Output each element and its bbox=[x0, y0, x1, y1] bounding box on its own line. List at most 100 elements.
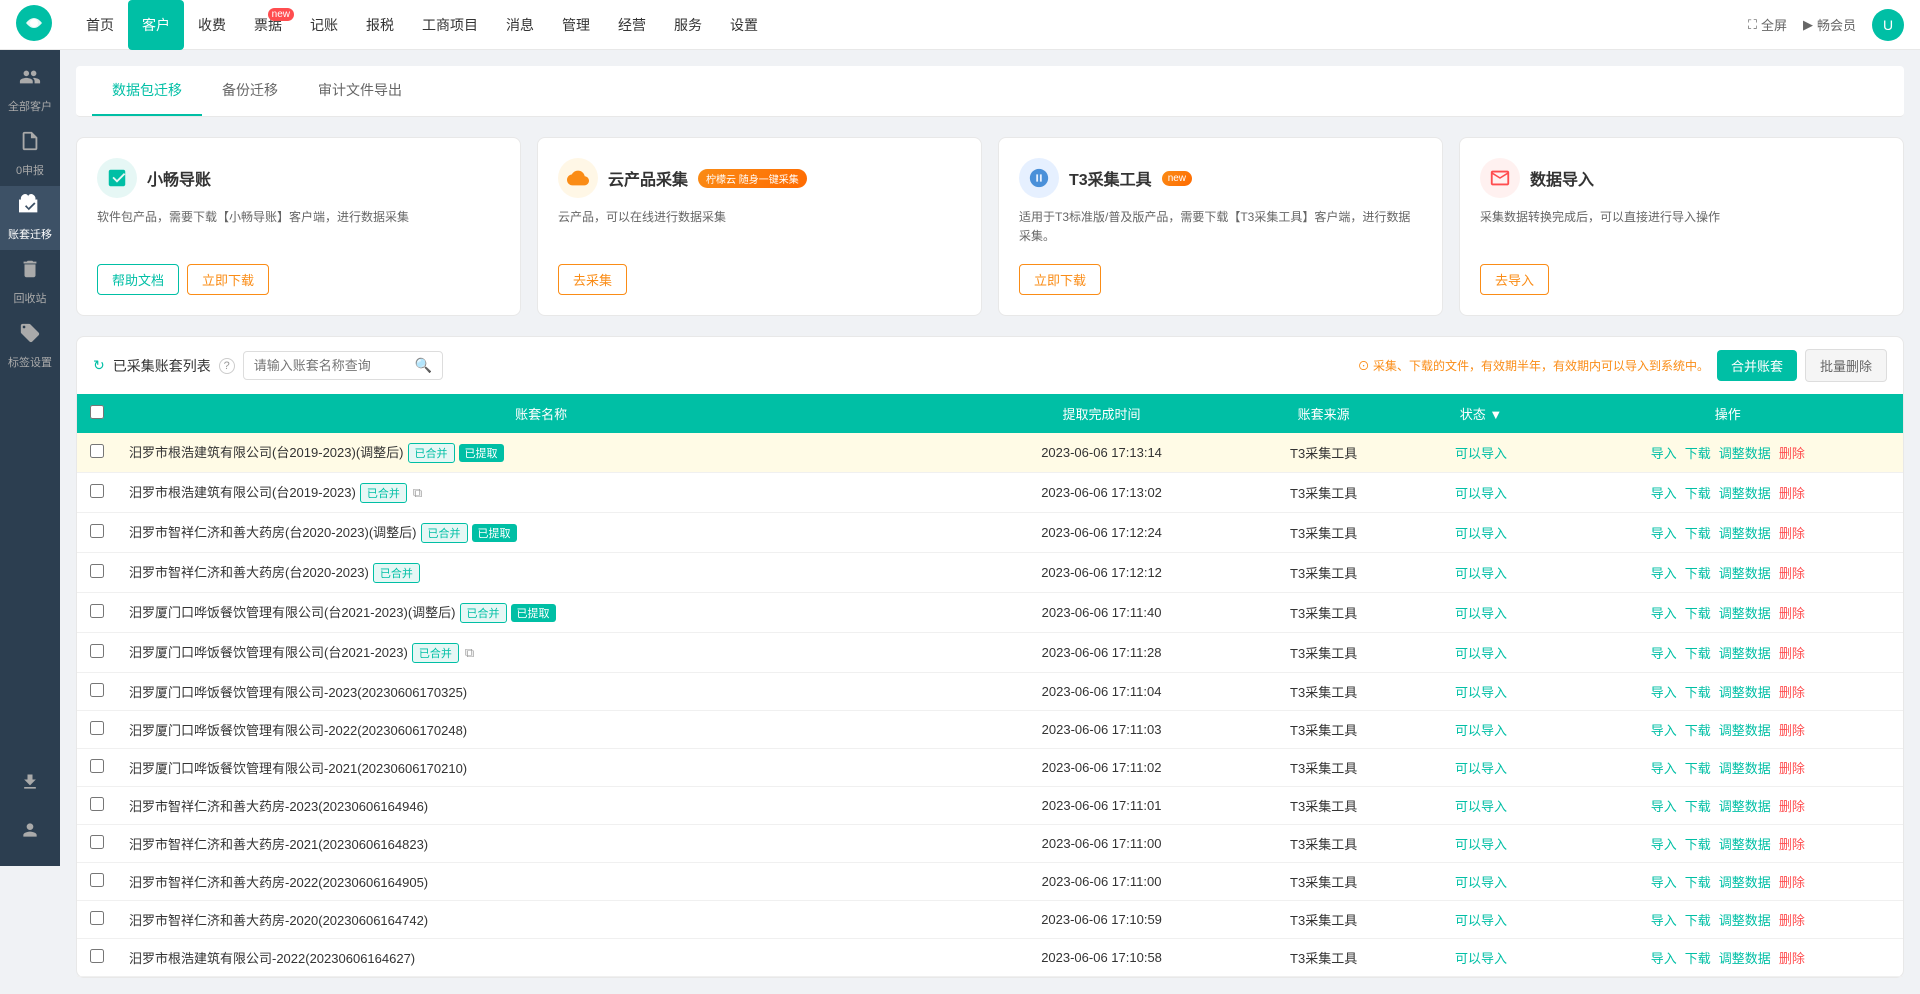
action-导入[interactable]: 导入 bbox=[1651, 685, 1677, 700]
action-调整数据[interactable]: 调整数据 bbox=[1719, 761, 1771, 776]
action-导入[interactable]: 导入 bbox=[1651, 646, 1677, 661]
row-checkbox[interactable] bbox=[90, 721, 104, 735]
row-checkbox[interactable] bbox=[90, 644, 104, 658]
action-下载[interactable]: 下载 bbox=[1685, 486, 1711, 501]
xiaochangzhang-help-btn[interactable]: 帮助文档 bbox=[97, 264, 179, 295]
action-删除[interactable]: 删除 bbox=[1779, 685, 1805, 700]
action-调整数据[interactable]: 调整数据 bbox=[1719, 799, 1771, 814]
action-调整数据[interactable]: 调整数据 bbox=[1719, 446, 1771, 461]
dataimport-goto-btn[interactable]: 去导入 bbox=[1480, 264, 1549, 295]
action-删除[interactable]: 删除 bbox=[1779, 446, 1805, 461]
action-导入[interactable]: 导入 bbox=[1651, 837, 1677, 852]
app-logo[interactable] bbox=[16, 5, 56, 45]
nav-tax[interactable]: 报税 bbox=[352, 0, 408, 50]
action-导入[interactable]: 导入 bbox=[1651, 799, 1677, 814]
merge-accounts-btn[interactable]: 合并账套 bbox=[1717, 350, 1797, 381]
action-删除[interactable]: 删除 bbox=[1779, 761, 1805, 776]
action-导入[interactable]: 导入 bbox=[1651, 446, 1677, 461]
help-icon[interactable]: ? bbox=[219, 358, 235, 374]
row-checkbox[interactable] bbox=[90, 759, 104, 773]
action-下载[interactable]: 下载 bbox=[1685, 837, 1711, 852]
action-删除[interactable]: 删除 bbox=[1779, 526, 1805, 541]
nav-fee[interactable]: 收费 bbox=[184, 0, 240, 50]
row-checkbox[interactable] bbox=[90, 564, 104, 578]
nav-home[interactable]: 首页 bbox=[72, 0, 128, 50]
row-checkbox[interactable] bbox=[90, 949, 104, 963]
nav-message[interactable]: 消息 bbox=[492, 0, 548, 50]
action-下载[interactable]: 下载 bbox=[1685, 761, 1711, 776]
row-checkbox[interactable] bbox=[90, 604, 104, 618]
action-下载[interactable]: 下载 bbox=[1685, 913, 1711, 928]
xiaochangzhang-download-btn[interactable]: 立即下载 bbox=[187, 264, 269, 295]
nav-bill[interactable]: 票据new bbox=[240, 0, 296, 50]
sidebar-item-all-customers[interactable]: 全部客户 bbox=[0, 58, 60, 122]
action-删除[interactable]: 删除 bbox=[1779, 606, 1805, 621]
sidebar-item-zero-report[interactable]: 0申报 bbox=[0, 122, 60, 186]
action-调整数据[interactable]: 调整数据 bbox=[1719, 606, 1771, 621]
action-下载[interactable]: 下载 bbox=[1685, 646, 1711, 661]
action-调整数据[interactable]: 调整数据 bbox=[1719, 526, 1771, 541]
row-checkbox[interactable] bbox=[90, 683, 104, 697]
action-下载[interactable]: 下载 bbox=[1685, 685, 1711, 700]
action-删除[interactable]: 删除 bbox=[1779, 913, 1805, 928]
action-调整数据[interactable]: 调整数据 bbox=[1719, 875, 1771, 890]
action-导入[interactable]: 导入 bbox=[1651, 526, 1677, 541]
action-调整数据[interactable]: 调整数据 bbox=[1719, 486, 1771, 501]
user-avatar[interactable]: U bbox=[1872, 9, 1904, 41]
action-删除[interactable]: 删除 bbox=[1779, 875, 1805, 890]
action-导入[interactable]: 导入 bbox=[1651, 606, 1677, 621]
row-checkbox[interactable] bbox=[90, 835, 104, 849]
action-调整数据[interactable]: 调整数据 bbox=[1719, 951, 1771, 966]
row-copy-icon[interactable]: ⧉ bbox=[413, 485, 422, 500]
row-checkbox[interactable] bbox=[90, 444, 104, 458]
action-导入[interactable]: 导入 bbox=[1651, 875, 1677, 890]
sidebar-item-trash[interactable]: 回收站 bbox=[0, 250, 60, 314]
t3-download-btn[interactable]: 立即下载 bbox=[1019, 264, 1101, 295]
action-导入[interactable]: 导入 bbox=[1651, 723, 1677, 738]
member-btn[interactable]: ▶ 畅会员 bbox=[1803, 15, 1856, 34]
tab-backup-migration[interactable]: 备份迁移 bbox=[202, 66, 298, 116]
action-删除[interactable]: 删除 bbox=[1779, 799, 1805, 814]
row-copy-icon[interactable]: ⧉ bbox=[465, 645, 474, 660]
action-导入[interactable]: 导入 bbox=[1651, 913, 1677, 928]
action-调整数据[interactable]: 调整数据 bbox=[1719, 685, 1771, 700]
action-删除[interactable]: 删除 bbox=[1779, 486, 1805, 501]
tab-data-migration[interactable]: 数据包迁移 bbox=[92, 66, 202, 116]
action-下载[interactable]: 下载 bbox=[1685, 446, 1711, 461]
fullscreen-btn[interactable]: ⛶ 全屏 bbox=[1748, 15, 1787, 34]
row-checkbox[interactable] bbox=[90, 911, 104, 925]
sidebar-item-tags[interactable]: 标签设置 bbox=[0, 314, 60, 378]
action-下载[interactable]: 下载 bbox=[1685, 606, 1711, 621]
tab-audit-export[interactable]: 审计文件导出 bbox=[298, 66, 422, 116]
action-下载[interactable]: 下载 bbox=[1685, 875, 1711, 890]
action-下载[interactable]: 下载 bbox=[1685, 951, 1711, 966]
batch-delete-btn[interactable]: 批量删除 bbox=[1805, 349, 1887, 382]
sidebar-user-btn[interactable] bbox=[10, 810, 50, 850]
sidebar-item-migrate[interactable]: 账套迁移 bbox=[0, 186, 60, 250]
nav-service[interactable]: 服务 bbox=[660, 0, 716, 50]
action-导入[interactable]: 导入 bbox=[1651, 566, 1677, 581]
row-checkbox[interactable] bbox=[90, 484, 104, 498]
yunproduct-collect-btn[interactable]: 去采集 bbox=[558, 264, 627, 295]
action-调整数据[interactable]: 调整数据 bbox=[1719, 723, 1771, 738]
header-status[interactable]: 状态 ▼ bbox=[1409, 394, 1552, 433]
row-checkbox[interactable] bbox=[90, 797, 104, 811]
nav-bookkeeping[interactable]: 记账 bbox=[296, 0, 352, 50]
refresh-icon[interactable]: ↻ bbox=[93, 357, 105, 374]
sidebar-download-btn[interactable] bbox=[10, 762, 50, 802]
nav-settings[interactable]: 设置 bbox=[716, 0, 772, 50]
action-调整数据[interactable]: 调整数据 bbox=[1719, 837, 1771, 852]
action-下载[interactable]: 下载 bbox=[1685, 526, 1711, 541]
row-checkbox[interactable] bbox=[90, 873, 104, 887]
action-导入[interactable]: 导入 bbox=[1651, 761, 1677, 776]
action-下载[interactable]: 下载 bbox=[1685, 799, 1711, 814]
action-删除[interactable]: 删除 bbox=[1779, 951, 1805, 966]
search-button[interactable]: 🔍 bbox=[415, 357, 432, 374]
action-导入[interactable]: 导入 bbox=[1651, 951, 1677, 966]
action-调整数据[interactable]: 调整数据 bbox=[1719, 913, 1771, 928]
select-all-checkbox[interactable] bbox=[90, 405, 104, 419]
action-下载[interactable]: 下载 bbox=[1685, 723, 1711, 738]
nav-customer[interactable]: 客户 bbox=[128, 0, 184, 50]
action-删除[interactable]: 删除 bbox=[1779, 646, 1805, 661]
action-下载[interactable]: 下载 bbox=[1685, 566, 1711, 581]
